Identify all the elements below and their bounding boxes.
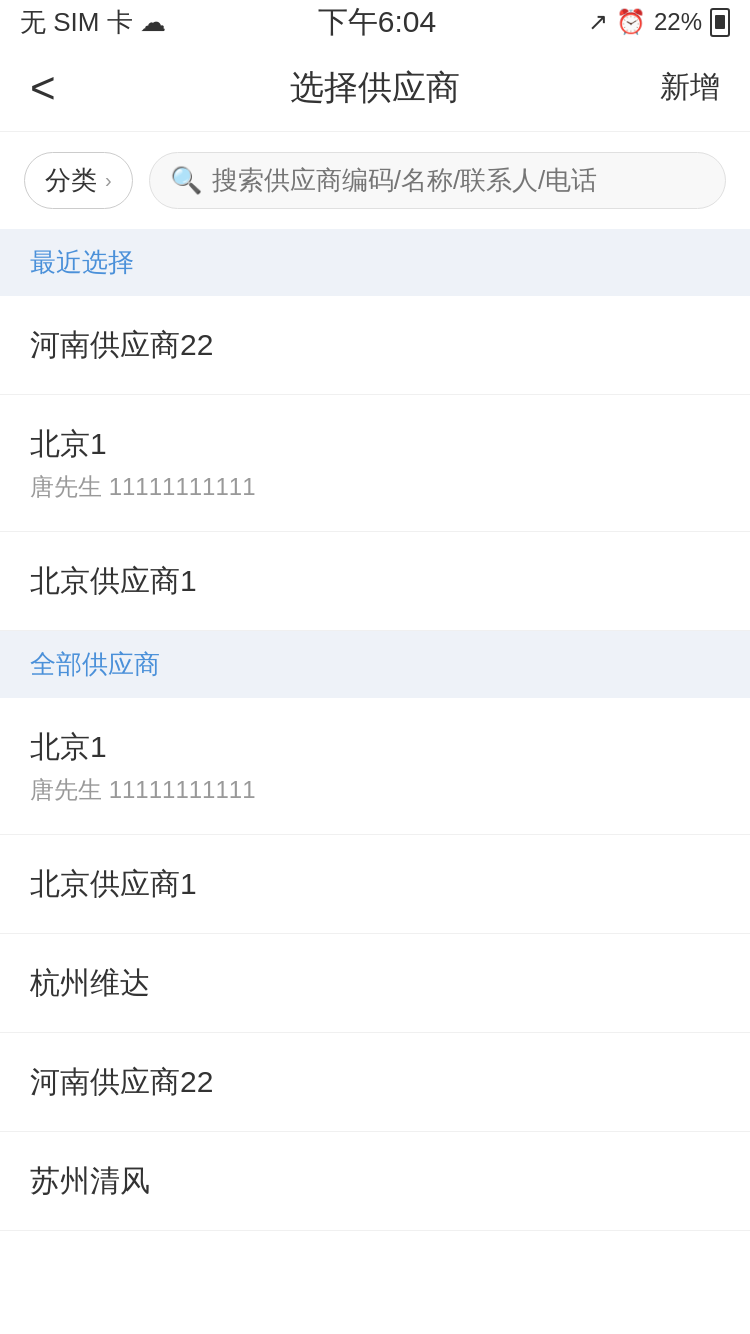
status-time: 下午6:04 [318, 2, 436, 43]
status-right: ↗ ⏰ 22% [588, 8, 730, 37]
all-list: 北京1 唐先生 11111111111 北京供应商1 杭州维达河南供应商22 苏州清风 [0, 698, 750, 1231]
category-filter[interactable]: 分类 › [24, 152, 133, 209]
battery-icon [710, 8, 730, 37]
recent-section-header: 最近选择 [0, 229, 750, 296]
page-title: 选择供应商 [290, 65, 460, 111]
recent-list: 河南供应商22 北京1 唐先生 11111111111 北京供应商1 [0, 296, 750, 631]
location-icon: ↗ [588, 8, 608, 36]
item-sub: 唐先生 11111111111 [30, 774, 720, 806]
list-item[interactable]: 北京供应商1 [0, 835, 750, 934]
item-name: 苏州清风 [30, 1160, 720, 1202]
list-item[interactable]: 河南供应商22 [0, 296, 750, 395]
item-name: 北京供应商1 [30, 863, 720, 905]
filter-bar: 分类 › 🔍 [0, 132, 750, 229]
status-bar: 无 SIM 卡 ☁ 下午6:04 ↗ ⏰ 22% [0, 0, 750, 44]
item-sub: 唐先生 11111111111 [30, 471, 720, 503]
list-item[interactable]: 苏州清风 [0, 1132, 750, 1231]
category-label: 分类 [45, 163, 97, 198]
item-name: 杭州维达 [30, 962, 720, 1004]
recent-section-label: 最近选择 [30, 247, 134, 277]
item-name: 北京供应商1 [30, 560, 720, 602]
no-sim-text: 无 SIM 卡 ☁ [20, 5, 166, 40]
item-name: 河南供应商22 [30, 1061, 720, 1103]
list-item[interactable]: 河南供应商22 [0, 1033, 750, 1132]
add-button[interactable]: 新增 [640, 67, 720, 108]
nav-bar: < 选择供应商 新增 [0, 44, 750, 132]
list-item[interactable]: 杭州维达 [0, 934, 750, 1033]
alarm-icon: ⏰ [616, 8, 646, 36]
back-button[interactable]: < [30, 66, 110, 110]
all-section-label: 全部供应商 [30, 649, 160, 679]
search-icon: 🔍 [170, 165, 202, 196]
item-name: 北京1 [30, 726, 720, 768]
search-box[interactable]: 🔍 [149, 152, 726, 209]
item-name: 河南供应商22 [30, 324, 720, 366]
chevron-right-icon: › [105, 169, 112, 192]
battery-level: 22% [654, 8, 702, 36]
list-item[interactable]: 北京供应商1 [0, 532, 750, 631]
status-left: 无 SIM 卡 ☁ [20, 5, 166, 40]
list-item[interactable]: 北京1 唐先生 11111111111 [0, 395, 750, 532]
search-input[interactable] [212, 165, 705, 196]
list-item[interactable]: 北京1 唐先生 11111111111 [0, 698, 750, 835]
all-section-header: 全部供应商 [0, 631, 750, 698]
item-name: 北京1 [30, 423, 720, 465]
